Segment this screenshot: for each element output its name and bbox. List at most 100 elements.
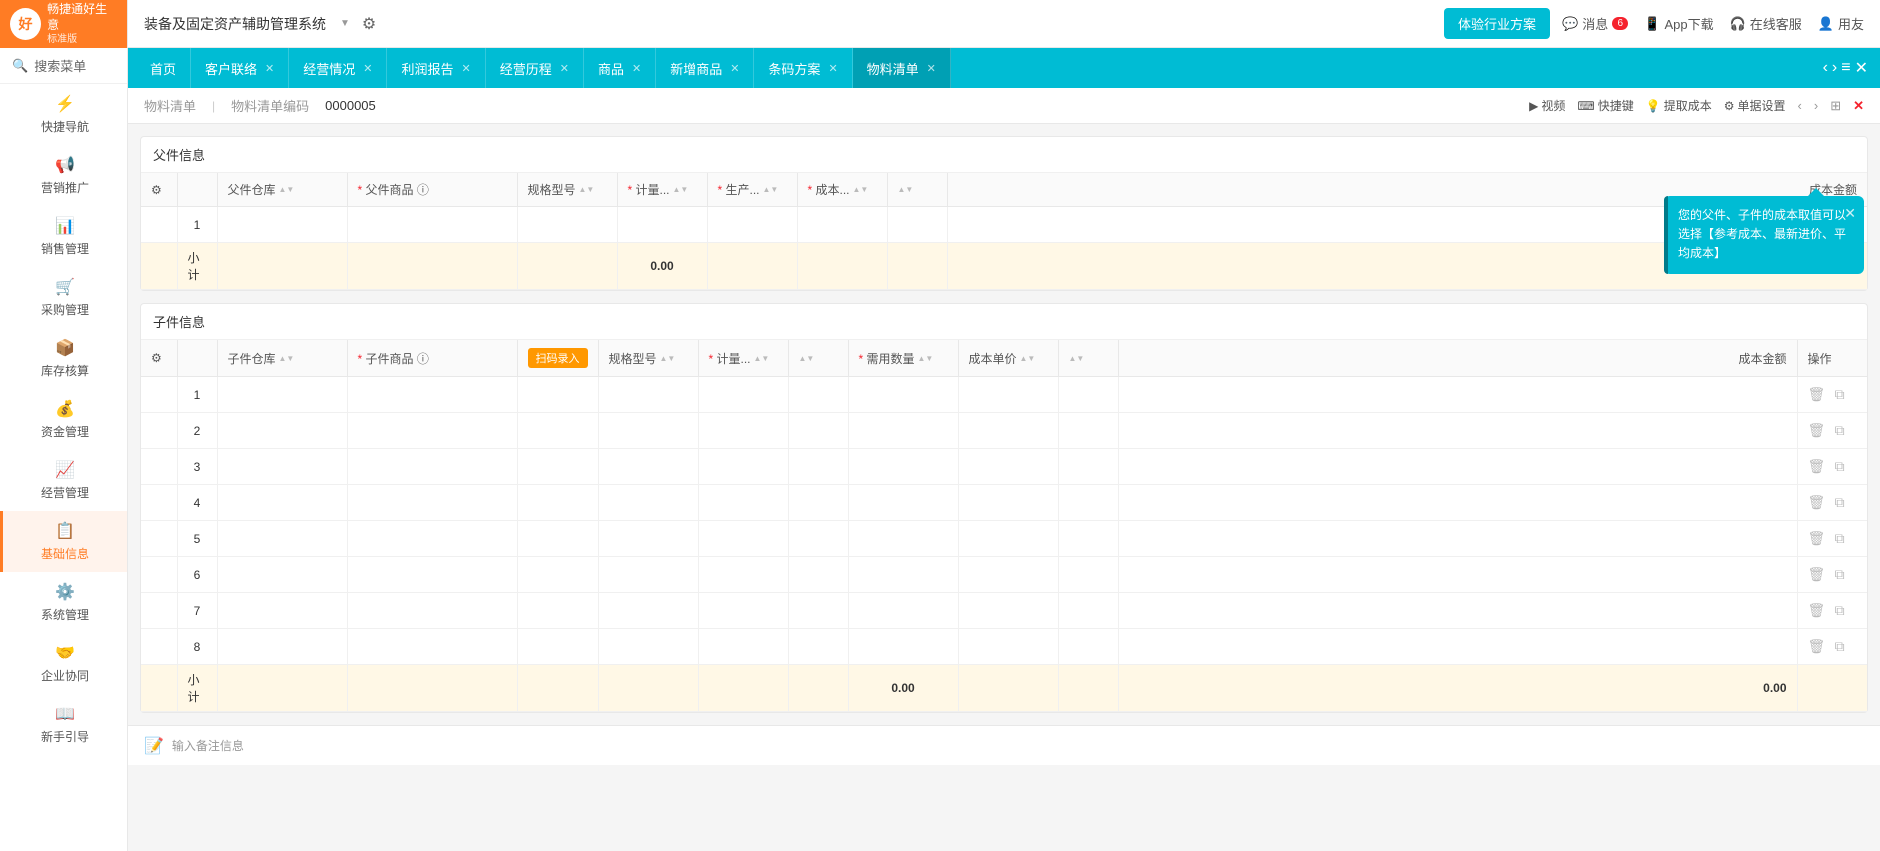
- tab-bom[interactable]: 物料清单 ✕: [853, 48, 951, 88]
- th-spec[interactable]: 规格型号▲▼: [517, 173, 617, 207]
- tab-barcode[interactable]: 条码方案 ✕: [754, 48, 852, 88]
- child-row-4-delete[interactable]: 🗑: [1808, 494, 1826, 510]
- sidebar-search-item[interactable]: 🔍 搜索菜单: [0, 48, 127, 84]
- sidebar-item-enterprise[interactable]: 🤝 企业协同: [0, 633, 127, 694]
- child-th-product[interactable]: * 子件商品 ⓘ: [347, 340, 517, 377]
- shortcut-action[interactable]: ⌨ 快捷键: [1577, 97, 1633, 114]
- tab-history[interactable]: 经营历程 ✕: [486, 48, 584, 88]
- child-row-7-copy[interactable]: ⧉: [1835, 602, 1845, 618]
- th-parent-warehouse[interactable]: 父件仓库▲▼: [217, 173, 347, 207]
- tab-operations[interactable]: 经营情况 ✕: [289, 48, 387, 88]
- th-more[interactable]: ▲▼: [887, 173, 947, 207]
- tab-new-product[interactable]: 新增商品 ✕: [656, 48, 754, 88]
- parent-row-1-qty[interactable]: [617, 207, 707, 243]
- tab-bom-close[interactable]: ✕: [927, 62, 936, 75]
- tooltip-close-button[interactable]: ✕: [1844, 202, 1856, 224]
- child-th-more[interactable]: ▲▼: [788, 340, 848, 377]
- tab-next-button[interactable]: ›: [1832, 59, 1837, 77]
- extract-cost-action[interactable]: 💡 提取成本: [1646, 97, 1712, 114]
- sidebar-item-basic-info[interactable]: 📋 基础信息: [0, 511, 127, 572]
- tab-operations-close[interactable]: ✕: [363, 62, 372, 75]
- child-row-5-copy[interactable]: ⧉: [1835, 530, 1845, 546]
- child-row-1-unit-cost[interactable]: [958, 377, 1058, 413]
- child-row-3-copy[interactable]: ⧉: [1835, 458, 1845, 474]
- cost-tooltip: ✕ 您的父件、子件的成本取值可以选择【参考成本、最新进价、平均成本】: [1664, 196, 1864, 274]
- child-th-unit-cost[interactable]: 成本单价▲▼: [958, 340, 1058, 377]
- trial-button[interactable]: 体验行业方案: [1444, 8, 1550, 39]
- breadcrumb-bom[interactable]: 物料清单: [144, 96, 196, 115]
- child-row-4-copy[interactable]: ⧉: [1835, 494, 1845, 510]
- tab-profit-close[interactable]: ✕: [462, 62, 471, 75]
- tab-new-product-close[interactable]: ✕: [730, 62, 739, 75]
- th-cost[interactable]: * 成本...▲▼: [797, 173, 887, 207]
- sidebar-item-guide[interactable]: 📖 新手引导: [0, 694, 127, 755]
- child-row-1-spec[interactable]: [598, 377, 698, 413]
- child-th-qty[interactable]: * 计量...▲▼: [698, 340, 788, 377]
- sidebar-item-finance[interactable]: 💰 资金管理: [0, 389, 127, 450]
- tab-home[interactable]: 首页: [136, 48, 191, 88]
- close-page-button[interactable]: ✕: [1853, 98, 1864, 114]
- sidebar-item-sales[interactable]: 📊 销售管理: [0, 206, 127, 267]
- note-placeholder[interactable]: 输入备注信息: [172, 737, 244, 754]
- user-action[interactable]: 👤 用友: [1818, 14, 1864, 33]
- parent-row-1-product[interactable]: [347, 207, 517, 243]
- child-row-1-delete[interactable]: 🗑: [1808, 386, 1826, 402]
- tab-barcode-close[interactable]: ✕: [828, 62, 837, 75]
- system-dropdown-arrow[interactable]: ▼: [340, 18, 350, 29]
- child-row-1-warehouse[interactable]: [217, 377, 347, 413]
- tab-customer[interactable]: 客户联络 ✕: [191, 48, 289, 88]
- tab-menu-button[interactable]: ≡: [1841, 59, 1850, 77]
- tab-customer-close[interactable]: ✕: [265, 62, 274, 75]
- sidebar-item-inventory[interactable]: 📦 库存核算: [0, 328, 127, 389]
- child-row-2: 2 🗑 ⧉: [141, 413, 1867, 449]
- th-production[interactable]: * 生产...▲▼: [707, 173, 797, 207]
- sidebar-item-quick-nav[interactable]: ⚡ 快捷导航: [0, 84, 127, 145]
- sidebar-item-operations[interactable]: 📈 经营管理: [0, 450, 127, 511]
- child-row-8-delete[interactable]: 🗑: [1808, 638, 1826, 654]
- child-row-2-copy[interactable]: ⧉: [1835, 422, 1845, 438]
- child-row-2-delete[interactable]: 🗑: [1808, 422, 1826, 438]
- child-th-warehouse[interactable]: 子件仓库▲▼: [217, 340, 347, 377]
- tab-history-close[interactable]: ✕: [560, 62, 569, 75]
- tab-close-all-button[interactable]: ✕: [1855, 58, 1868, 78]
- child-row-1-needed[interactable]: [848, 377, 958, 413]
- child-row-6-delete[interactable]: 🗑: [1808, 566, 1826, 582]
- child-row-1-copy[interactable]: ⧉: [1835, 386, 1845, 402]
- tab-products-close[interactable]: ✕: [632, 62, 641, 75]
- message-action[interactable]: 💬 消息 6: [1562, 14, 1628, 33]
- th-qty[interactable]: * 计量...▲▼: [617, 173, 707, 207]
- child-th-needed-qty[interactable]: * 需用数量▲▼: [848, 340, 958, 377]
- parent-row-1-warehouse[interactable]: [217, 207, 347, 243]
- parent-row-1-cost[interactable]: [797, 207, 887, 243]
- th-settings[interactable]: ⚙: [141, 173, 177, 207]
- child-th-cost-more[interactable]: ▲▼: [1058, 340, 1118, 377]
- child-row-7-delete[interactable]: 🗑: [1808, 602, 1826, 618]
- single-settings-action[interactable]: ⚙ 单据设置: [1724, 97, 1786, 114]
- child-row-8-copy[interactable]: ⧉: [1835, 638, 1845, 654]
- nav-next-button[interactable]: ›: [1814, 98, 1818, 113]
- tab-profit[interactable]: 利润报告 ✕: [387, 48, 485, 88]
- child-row-1-product[interactable]: [347, 377, 517, 413]
- nav-prev-button[interactable]: ‹: [1798, 98, 1802, 113]
- child-row-6-copy[interactable]: ⧉: [1835, 566, 1845, 582]
- parent-row-1-production[interactable]: [707, 207, 797, 243]
- th-parent-product[interactable]: * 父件商品 ⓘ: [347, 173, 517, 207]
- child-th-spec[interactable]: 规格型号▲▼: [598, 340, 698, 377]
- child-th-scan[interactable]: 扫码录入: [517, 340, 598, 377]
- sidebar-item-marketing[interactable]: 📢 营销推广: [0, 145, 127, 206]
- parent-row-1-spec[interactable]: [517, 207, 617, 243]
- tab-products[interactable]: 商品 ✕: [584, 48, 656, 88]
- scan-button[interactable]: 扫码录入: [528, 348, 588, 368]
- grid-view-button[interactable]: ⊞: [1830, 98, 1841, 114]
- tab-prev-button[interactable]: ‹: [1823, 59, 1828, 77]
- gear-button[interactable]: ⚙: [362, 14, 376, 34]
- sidebar-item-system[interactable]: ⚙️ 系统管理: [0, 572, 127, 633]
- child-row-3-delete[interactable]: 🗑: [1808, 458, 1826, 474]
- child-th-settings[interactable]: ⚙: [141, 340, 177, 377]
- child-row-5-delete[interactable]: 🗑: [1808, 530, 1826, 546]
- sidebar-item-purchase[interactable]: 🛒 采购管理: [0, 267, 127, 328]
- child-row-1-qty[interactable]: [698, 377, 788, 413]
- app-download-action[interactable]: 📱 App下载: [1644, 14, 1713, 33]
- online-service-action[interactable]: 🎧 在线客服: [1730, 14, 1802, 33]
- view-action[interactable]: ▶ 视频: [1529, 97, 1565, 114]
